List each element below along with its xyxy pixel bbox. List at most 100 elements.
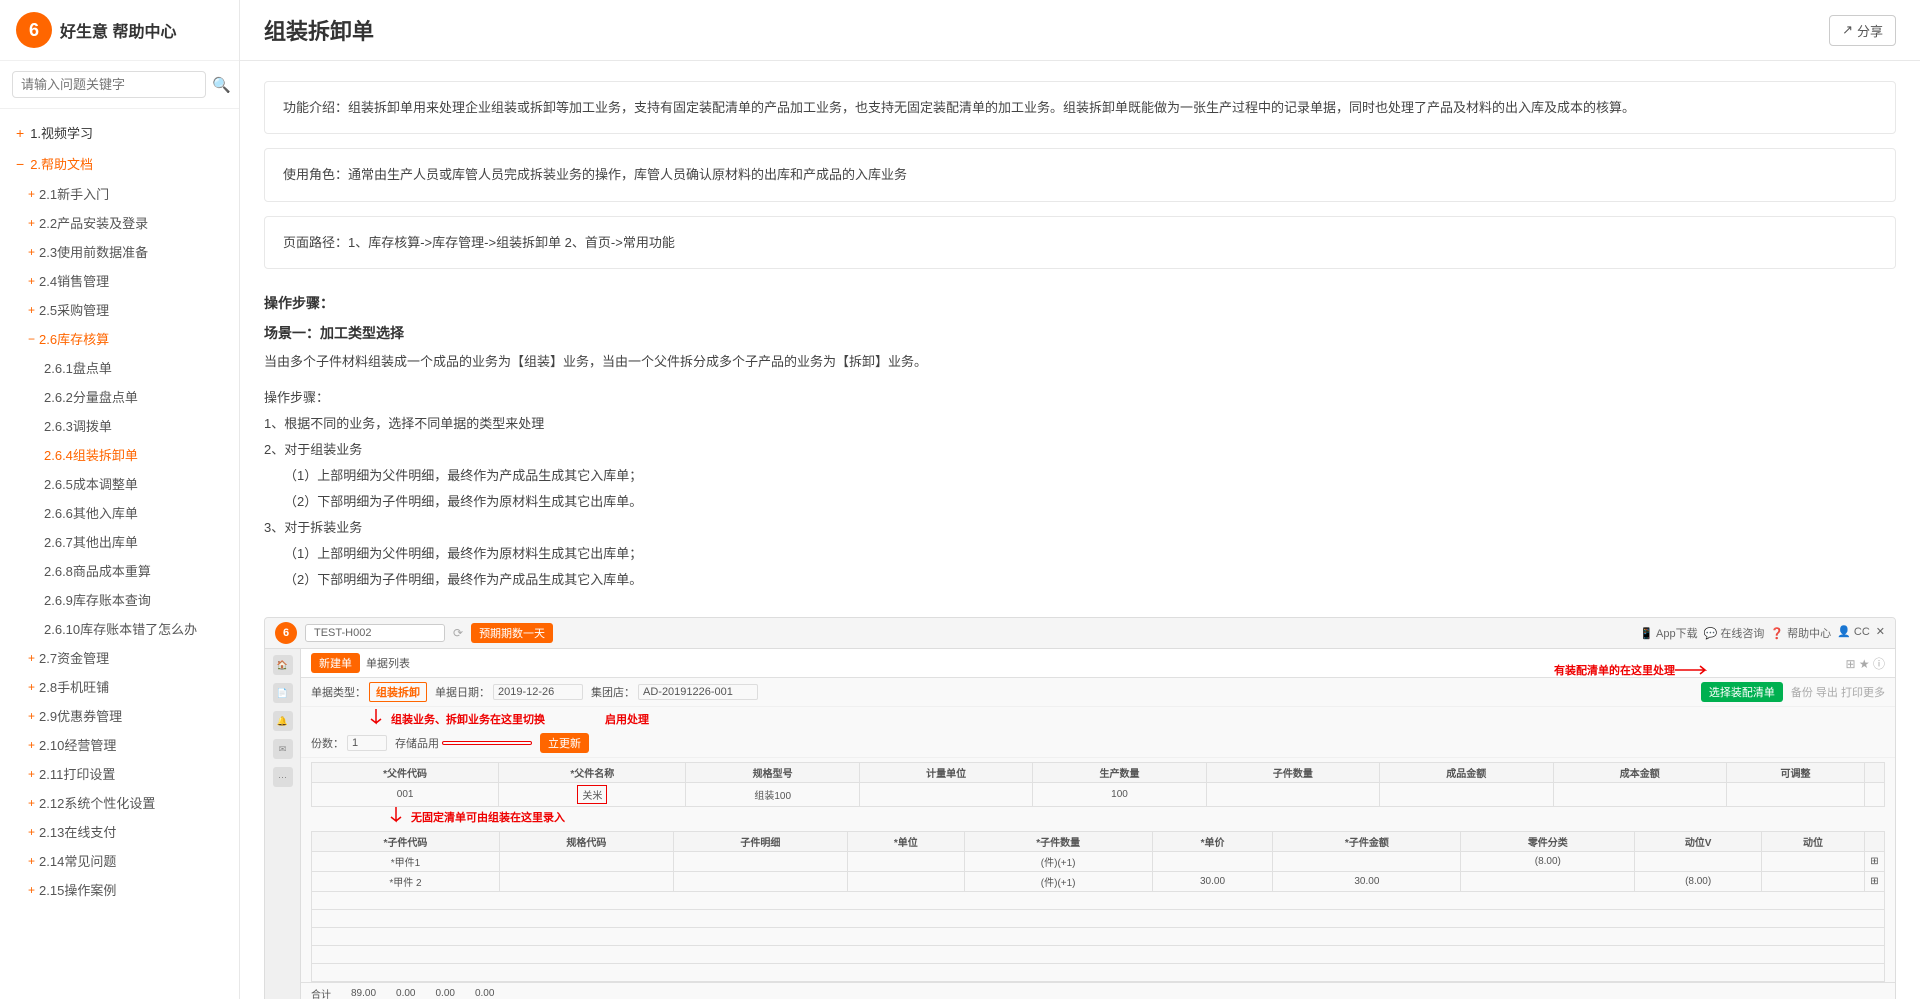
ann-label-switch: 组装业务、拆卸业务在这里切换 bbox=[391, 711, 545, 727]
ss-lrow1-price bbox=[1152, 852, 1273, 872]
ss-tab-list[interactable]: 单据列表 bbox=[366, 655, 410, 671]
sidebar-item-finance[interactable]: + 2.7资金管理 bbox=[28, 643, 239, 672]
ss-lcol-qty: *子件数量 bbox=[964, 832, 1152, 852]
ss-store-field: 存储品用 bbox=[395, 735, 532, 751]
sidebar-item-help[interactable]: − 2.帮助文档 bbox=[0, 148, 239, 179]
ss-tab-new[interactable]: 新建单 bbox=[311, 653, 360, 673]
sidebar-item-purchase[interactable]: + 2.5采购管理 bbox=[28, 295, 239, 324]
search-input[interactable] bbox=[12, 71, 206, 98]
sidebar-header: 6 好生意 帮助中心 bbox=[0, 0, 239, 61]
sidebar-item-manage[interactable]: + 2.10经营管理 bbox=[28, 730, 239, 759]
search-bar: 🔍 bbox=[0, 61, 239, 109]
sidebar-item-payment[interactable]: + 2.13在线支付 bbox=[28, 817, 239, 846]
plus-icon-cases: + bbox=[28, 883, 35, 897]
ss-lcol-class: 零件分类 bbox=[1461, 832, 1635, 852]
ann-arrow-bom bbox=[1675, 660, 1715, 680]
ss-store-value[interactable] bbox=[442, 741, 532, 745]
sidebar-item-faq[interactable]: + 2.14常见问题 bbox=[28, 846, 239, 875]
ss-code-field: 集团店： AD-20191226-001 bbox=[591, 684, 758, 700]
annotation-type-switch: 组装业务、拆卸业务在这里切换 启用处理 bbox=[301, 707, 1895, 729]
step2: 2、对于组装业务 bbox=[264, 437, 1896, 463]
ss-total-v1: 89.00 bbox=[351, 988, 376, 999]
ss-date-field: 单据日期： 2019-12-26 bbox=[435, 684, 583, 700]
sidebar-item-inventory[interactable]: − 2.6库存核算 bbox=[28, 324, 239, 353]
table-row: 001 关米 组装100 100 bbox=[312, 783, 1885, 807]
ss-total-label: 合计 bbox=[311, 986, 331, 999]
sidebar-item-dataprep[interactable]: + 2.3使用前数据准备 bbox=[28, 237, 239, 266]
ss-nav-more: ⋯ bbox=[273, 767, 293, 787]
breadcrumb-block: 页面路径：1、库存核算->库存管理->组装拆卸单 2、首页->常用功能 bbox=[264, 216, 1896, 269]
ss-total-v4: 0.00 bbox=[475, 988, 494, 999]
ss-icon-chat: 💬 在线咨询 bbox=[1704, 625, 1765, 641]
ss-lrow2-code: *甲件 2 bbox=[312, 872, 500, 892]
step2-1: （1）上部明细为父件明细，最终作为产成品生成其它入库单； bbox=[264, 463, 1896, 489]
sidebar-item-coupon[interactable]: + 2.9优惠券管理 bbox=[28, 701, 239, 730]
sidebar-item-system[interactable]: + 2.12系统个性化设置 bbox=[28, 788, 239, 817]
ss-close-icon[interactable]: ✕ bbox=[1876, 625, 1885, 641]
sidebar-item-cases[interactable]: + 2.15操作案例 bbox=[28, 875, 239, 904]
ss-lrow1-posv bbox=[1635, 852, 1762, 872]
ss-lrow2-price: 30.00 bbox=[1152, 872, 1273, 892]
intro-text-2: 使用角色：通常由生产人员或库管人员完成拆装业务的操作，库管人员确认原材料的出库和… bbox=[283, 167, 907, 182]
ss-col-sub: 子件数量 bbox=[1206, 763, 1379, 783]
ss-total-v3: 0.00 bbox=[436, 988, 455, 999]
ss-main-content: 新建单 单据列表 ⊞ ★ ⓘ 单据类型： 组装拆卸 单据日期： 201 bbox=[301, 649, 1895, 999]
ss-lcol-amt: *子件金额 bbox=[1273, 832, 1461, 852]
main-area: 组装拆卸单 ↗ 分享 功能介绍：组装拆卸单用来处理企业组装或拆卸等加工业务，支持… bbox=[240, 0, 1920, 999]
sidebar-item-mobile[interactable]: + 2.8手机旺铺 bbox=[28, 672, 239, 701]
ss-lrow2-qty: (件)(+1) bbox=[964, 872, 1152, 892]
ss-logo: 6 bbox=[275, 622, 297, 644]
intro-text-1: 功能介绍：组装拆卸单用来处理企业组装或拆卸等加工业务，支持有固定装配清单的产品加… bbox=[283, 100, 1635, 115]
ss-store-label: 存储品用 bbox=[395, 735, 439, 751]
ss-lcol-detail: 子件明细 bbox=[673, 832, 847, 852]
sidebar-item-assemble[interactable]: 2.6.4组装拆卸单 bbox=[44, 440, 239, 469]
sidebar-item-install[interactable]: + 2.2产品安装及登录 bbox=[28, 208, 239, 237]
sidebar-item-cost-adj[interactable]: 2.6.5成本调整单 bbox=[44, 469, 239, 498]
scene1-title: 场景一：加工类型选择 bbox=[264, 323, 1896, 343]
ss-cell-name-box: 关米 bbox=[577, 785, 607, 804]
sidebar-item-help-label: 2.帮助文档 bbox=[30, 154, 93, 173]
search-icon[interactable]: 🔍 bbox=[212, 76, 231, 94]
share-button[interactable]: ↗ 分享 bbox=[1829, 15, 1896, 46]
ss-lcol-act bbox=[1865, 832, 1885, 852]
sidebar-item-stock-count[interactable]: 2.6.1盘点单 bbox=[44, 353, 239, 382]
ss-type-label: 单据类型： bbox=[311, 684, 366, 700]
ss-lrow2-unit bbox=[847, 872, 964, 892]
sidebar-item-transfer[interactable]: 2.6.3调拨单 bbox=[44, 411, 239, 440]
plus-icon: + bbox=[16, 125, 24, 141]
sidebar-item-other-out[interactable]: 2.6.7其他出库单 bbox=[44, 527, 239, 556]
sidebar-item-stock-error[interactable]: 2.6.10库存账本错了怎么办 bbox=[44, 614, 239, 643]
plus-icon-sales: + bbox=[28, 274, 35, 288]
sidebar-item-newbie[interactable]: + 2.1新手入门 bbox=[28, 179, 239, 208]
sidebar-item-video[interactable]: + 1.视频学习 bbox=[0, 117, 239, 148]
ss-icon-app: 📱 App下载 bbox=[1640, 625, 1698, 641]
sidebar-sub-help: + 2.1新手入门 + 2.2产品安装及登录 + 2.3使用前数据准备 + 2.… bbox=[0, 179, 239, 904]
sidebar-item-sales[interactable]: + 2.4销售管理 bbox=[28, 266, 239, 295]
scene1-desc: 当由多个子件材料组装成一个成品的业务为【组装】业务，当由一个父件拆分成多个子产品… bbox=[264, 349, 1896, 375]
ss-lower-table: *子件代码 规格代码 子件明细 *单位 *子件数量 *单价 *子件金额 零件分类… bbox=[311, 831, 1885, 982]
table-row bbox=[312, 946, 1885, 964]
ss-lrow1-unit bbox=[847, 852, 964, 872]
sidebar-item-stock-query[interactable]: 2.6.9库存账本查询 bbox=[44, 585, 239, 614]
plus-icon-payment: + bbox=[28, 825, 35, 839]
sidebar-item-other-in[interactable]: 2.6.6其他入库单 bbox=[44, 498, 239, 527]
ss-col-cost-amt: 成本金额 bbox=[1553, 763, 1726, 783]
ss-nav-bell: 🔔 bbox=[273, 711, 293, 731]
ann-label-nobom: 无固定清单可由组装在这里录入 bbox=[411, 809, 565, 825]
ss-nav-home: 🏠 bbox=[273, 655, 293, 675]
table-row: *甲件 2 (件)(+1) 30.00 30.00 (8.00) bbox=[312, 872, 1885, 892]
sidebar-item-print[interactable]: + 2.11打印设置 bbox=[28, 759, 239, 788]
ss-count-field: 份数： 1 bbox=[311, 735, 387, 751]
ss-execute-btn[interactable]: 立更新 bbox=[540, 733, 589, 753]
steps-main-title: 操作步骤： bbox=[264, 293, 1896, 313]
sidebar-item-partial-stock[interactable]: 2.6.2分量盘点单 bbox=[44, 382, 239, 411]
ss-cell-act bbox=[1865, 783, 1885, 807]
ss-count-label: 份数： bbox=[311, 735, 344, 751]
share-icon: ↗ bbox=[1842, 22, 1853, 38]
intro-block-1: 功能介绍：组装拆卸单用来处理企业组装或拆卸等加工业务，支持有固定装配清单的产品加… bbox=[264, 81, 1896, 134]
plus-icon-system: + bbox=[28, 796, 35, 810]
ss-type-field: 单据类型： 组装拆卸 bbox=[311, 682, 427, 702]
sidebar-item-cost-recalc[interactable]: 2.6.8商品成本重算 bbox=[44, 556, 239, 585]
ss-select-bom-btn[interactable]: 选择装配清单 bbox=[1701, 682, 1783, 702]
step3: 3、对于拆装业务 bbox=[264, 515, 1896, 541]
